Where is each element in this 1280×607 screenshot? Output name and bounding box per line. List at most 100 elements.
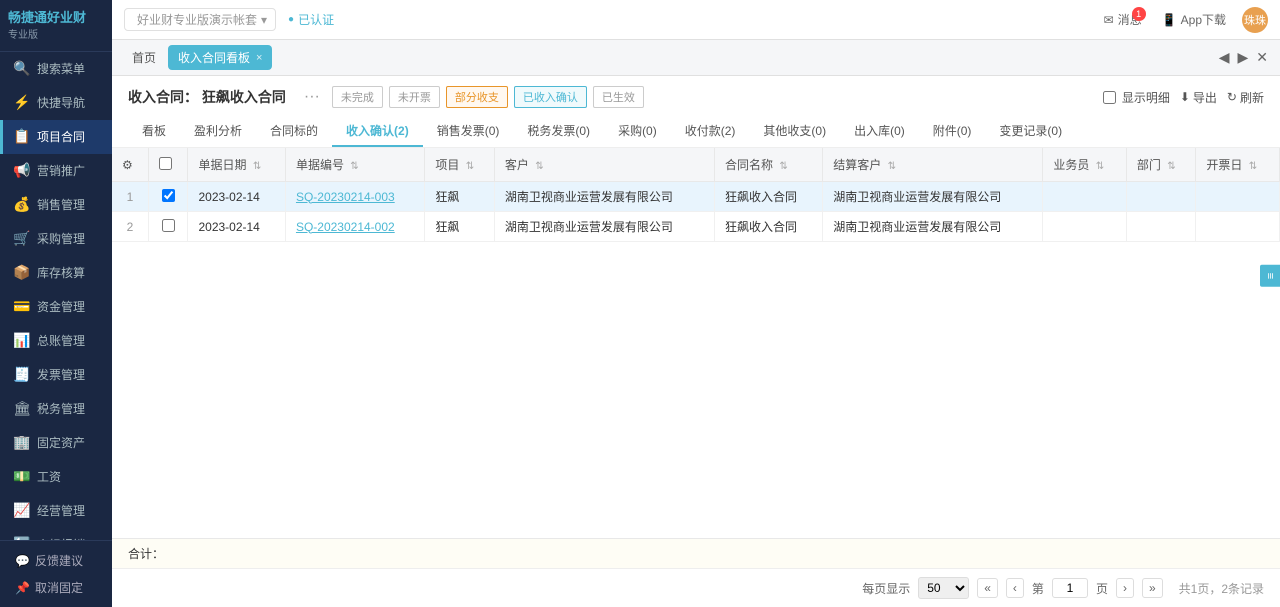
status-effective[interactable]: 已生效 — [593, 86, 644, 108]
close-tab-btn[interactable]: ✕ — [1256, 49, 1268, 66]
company-select[interactable]: 好业财专业版演示帐套 ▾ — [124, 8, 276, 31]
sidebar-item-采购管理[interactable]: 🛒采购管理 — [0, 222, 112, 256]
sidebar-item-发票管理[interactable]: 🧾发票管理 — [0, 358, 112, 392]
page-title-row: 收入合同： 狂飙收入合同 ··· 未完成 未开票 部分收支 已收入确认 已生效 — [128, 86, 1264, 108]
sub-tab-附件(0)[interactable]: 附件(0) — [919, 116, 986, 147]
sub-tab-其他收支(0)[interactable]: 其他收支(0) — [749, 116, 840, 147]
th-dept[interactable]: 部门 ⇅ — [1126, 148, 1196, 182]
table-area[interactable]: ⚙ 单据日期 ⇅ 单据编号 ⇅ 项目 ⇅ 客户 ⇅ 合同名称 ⇅ 结算客户 ⇅ … — [112, 148, 1280, 538]
row-checkbox[interactable] — [162, 219, 175, 232]
sidebar: 畅捷通好业财 专业版 🔍搜索菜单⚡快捷导航📋项目合同📢营销推广💰销售管理🛒采购管… — [0, 0, 112, 607]
th-salesman[interactable]: 业务员 ⇅ — [1043, 148, 1127, 182]
active-tab[interactable]: 收入合同看板 × — [168, 45, 272, 70]
th-settle-customer[interactable]: 结算客户 ⇅ — [823, 148, 1043, 182]
page-header: 收入合同： 狂飙收入合同 ··· 未完成 未开票 部分收支 已收入确认 已生效 — [112, 76, 1280, 148]
sidebar-item-税务管理[interactable]: 🏛税务管理 — [0, 392, 112, 426]
right-panel-toggle[interactable]: ≡ — [1260, 265, 1280, 287]
sidebar-item-搜索菜单[interactable]: 🔍搜索菜单 — [0, 52, 112, 86]
th-checkbox[interactable] — [148, 148, 188, 182]
bill-no-link[interactable]: SQ-20230214-002 — [296, 220, 395, 234]
sub-tab-收付款(2)[interactable]: 收付款(2) — [671, 116, 750, 147]
row-dept — [1126, 212, 1196, 242]
th-settings[interactable]: ⚙ — [112, 148, 148, 182]
per-page-label: 每页显示 — [862, 580, 910, 597]
row-project: 狂飙 — [425, 182, 495, 212]
row-checkbox[interactable] — [162, 189, 175, 202]
page-label: 第 — [1032, 580, 1044, 597]
more-options-btn[interactable]: ··· — [304, 88, 320, 106]
status-partial[interactable]: 部分收支 — [446, 86, 508, 108]
message-btn[interactable]: ✉ 1 消息 — [1100, 11, 1142, 28]
sidebar-item-快捷导航[interactable]: ⚡快捷导航 — [0, 86, 112, 120]
sub-tab-收入确认(2)[interactable]: 收入确认(2) — [332, 116, 423, 147]
th-customer[interactable]: 客户 ⇅ — [494, 148, 714, 182]
sub-tab-税务发票(0)[interactable]: 税务发票(0) — [513, 116, 604, 147]
status-confirmed[interactable]: 已收入确认 — [514, 86, 587, 108]
sidebar-item-资金管理[interactable]: 💳资金管理 — [0, 290, 112, 324]
select-all-checkbox[interactable] — [159, 157, 172, 170]
sidebar-bottom-反馈建议[interactable]: 💬反馈建议 — [10, 547, 102, 574]
th-contract[interactable]: 合同名称 ⇅ — [714, 148, 822, 182]
sidebar-nav: 🔍搜索菜单⚡快捷导航 📋 项目合同 📢营销推广💰销售管理🛒采购管理📦库存核算💳资金管理… — [0, 52, 112, 540]
tab-close-icon[interactable]: × — [256, 52, 262, 64]
detail-checkbox-input[interactable] — [1103, 91, 1116, 104]
th-date[interactable]: 单据日期 ⇅ — [188, 148, 285, 182]
nav-label: 快捷导航 — [37, 94, 85, 111]
nav-label: 项目合同 — [37, 128, 85, 145]
sub-tab-采购(0)[interactable]: 采购(0) — [604, 116, 671, 147]
prev-page-btn[interactable]: ‹ — [1006, 578, 1024, 598]
sidebar-bottom-取消固定[interactable]: 📌取消固定 — [10, 574, 102, 601]
pagination: 每页显示 50 100 200 « ‹ 第 页 › » 共1页，2条记录 — [112, 568, 1280, 607]
nav-label: 库存核算 — [37, 264, 85, 281]
home-tab[interactable]: 首页 — [124, 45, 164, 70]
sidebar-item-总账管理[interactable]: 📊总账管理 — [0, 324, 112, 358]
sidebar-item-项目合同[interactable]: 📋 项目合同 — [0, 120, 112, 154]
app-name: 畅捷通好业财 — [8, 10, 86, 26]
user-avatar[interactable]: 珠珠 — [1242, 7, 1268, 33]
sub-tab-销售发票(0)[interactable]: 销售发票(0) — [423, 116, 514, 147]
next-page-btn[interactable]: › — [1116, 578, 1134, 598]
sidebar-item-小畅报销[interactable]: 🔄小畅报销 — [0, 528, 112, 540]
prev-tab-btn[interactable]: ◀ — [1219, 49, 1230, 66]
export-btn[interactable]: ⬇ 导出 — [1180, 89, 1217, 106]
bill-no-link[interactable]: SQ-20230214-003 — [296, 190, 395, 204]
refresh-btn[interactable]: ↻ 刷新 — [1227, 89, 1264, 106]
page-input[interactable] — [1052, 578, 1088, 598]
content-wrapper: 收入合同： 狂飙收入合同 ··· 未完成 未开票 部分收支 已收入确认 已生效 — [112, 76, 1280, 607]
sidebar-item-经营管理[interactable]: 📈经营管理 — [0, 494, 112, 528]
first-page-btn[interactable]: « — [977, 578, 998, 598]
row-salesman — [1043, 182, 1127, 212]
export-label: 导出 — [1193, 89, 1217, 106]
row-checkbox-cell[interactable] — [148, 182, 188, 212]
th-billno[interactable]: 单据编号 ⇅ — [285, 148, 424, 182]
row-checkbox-cell[interactable] — [148, 212, 188, 242]
sub-tab-盈利分析[interactable]: 盈利分析 — [180, 116, 256, 147]
status-badges: 未完成 未开票 部分收支 已收入确认 已生效 — [332, 86, 644, 108]
sub-tab-变更记录(0)[interactable]: 变更记录(0) — [985, 116, 1076, 147]
next-tab-btn[interactable]: ▶ — [1237, 49, 1248, 66]
company-name: 好业财专业版演示帐套 — [137, 11, 257, 28]
sidebar-item-工资[interactable]: 💵工资 — [0, 460, 112, 494]
nav-label: 搜索菜单 — [37, 60, 85, 77]
nav-label: 固定资产 — [37, 434, 85, 451]
sidebar-item-库存核算[interactable]: 📦库存核算 — [0, 256, 112, 290]
sidebar-item-固定资产[interactable]: 🏢固定资产 — [0, 426, 112, 460]
sub-tab-合同标的[interactable]: 合同标的 — [256, 116, 332, 147]
message-badge: 1 — [1132, 7, 1146, 21]
user-name: 珠珠 — [1244, 12, 1266, 28]
per-page-select[interactable]: 50 100 200 — [918, 577, 969, 599]
sub-tab-出入库(0)[interactable]: 出入库(0) — [840, 116, 919, 147]
sidebar-item-销售管理[interactable]: 💰销售管理 — [0, 188, 112, 222]
nav-icon: 📋 — [13, 128, 31, 146]
nav-icon: 📈 — [13, 502, 31, 520]
nav-label: 总账管理 — [37, 332, 85, 349]
th-invoice-date[interactable]: 开票日 ⇅ — [1196, 148, 1280, 182]
sub-tab-看板[interactable]: 看板 — [128, 116, 180, 147]
status-incomplete[interactable]: 未完成 — [332, 86, 383, 108]
th-project[interactable]: 项目 ⇅ — [425, 148, 495, 182]
status-uninvoiced[interactable]: 未开票 — [389, 86, 440, 108]
show-detail-checkbox[interactable]: 显示明细 — [1103, 89, 1170, 106]
app-download-btn[interactable]: 📱 App下载 — [1158, 11, 1226, 28]
last-page-btn[interactable]: » — [1142, 578, 1163, 598]
sidebar-item-营销推广[interactable]: 📢营销推广 — [0, 154, 112, 188]
